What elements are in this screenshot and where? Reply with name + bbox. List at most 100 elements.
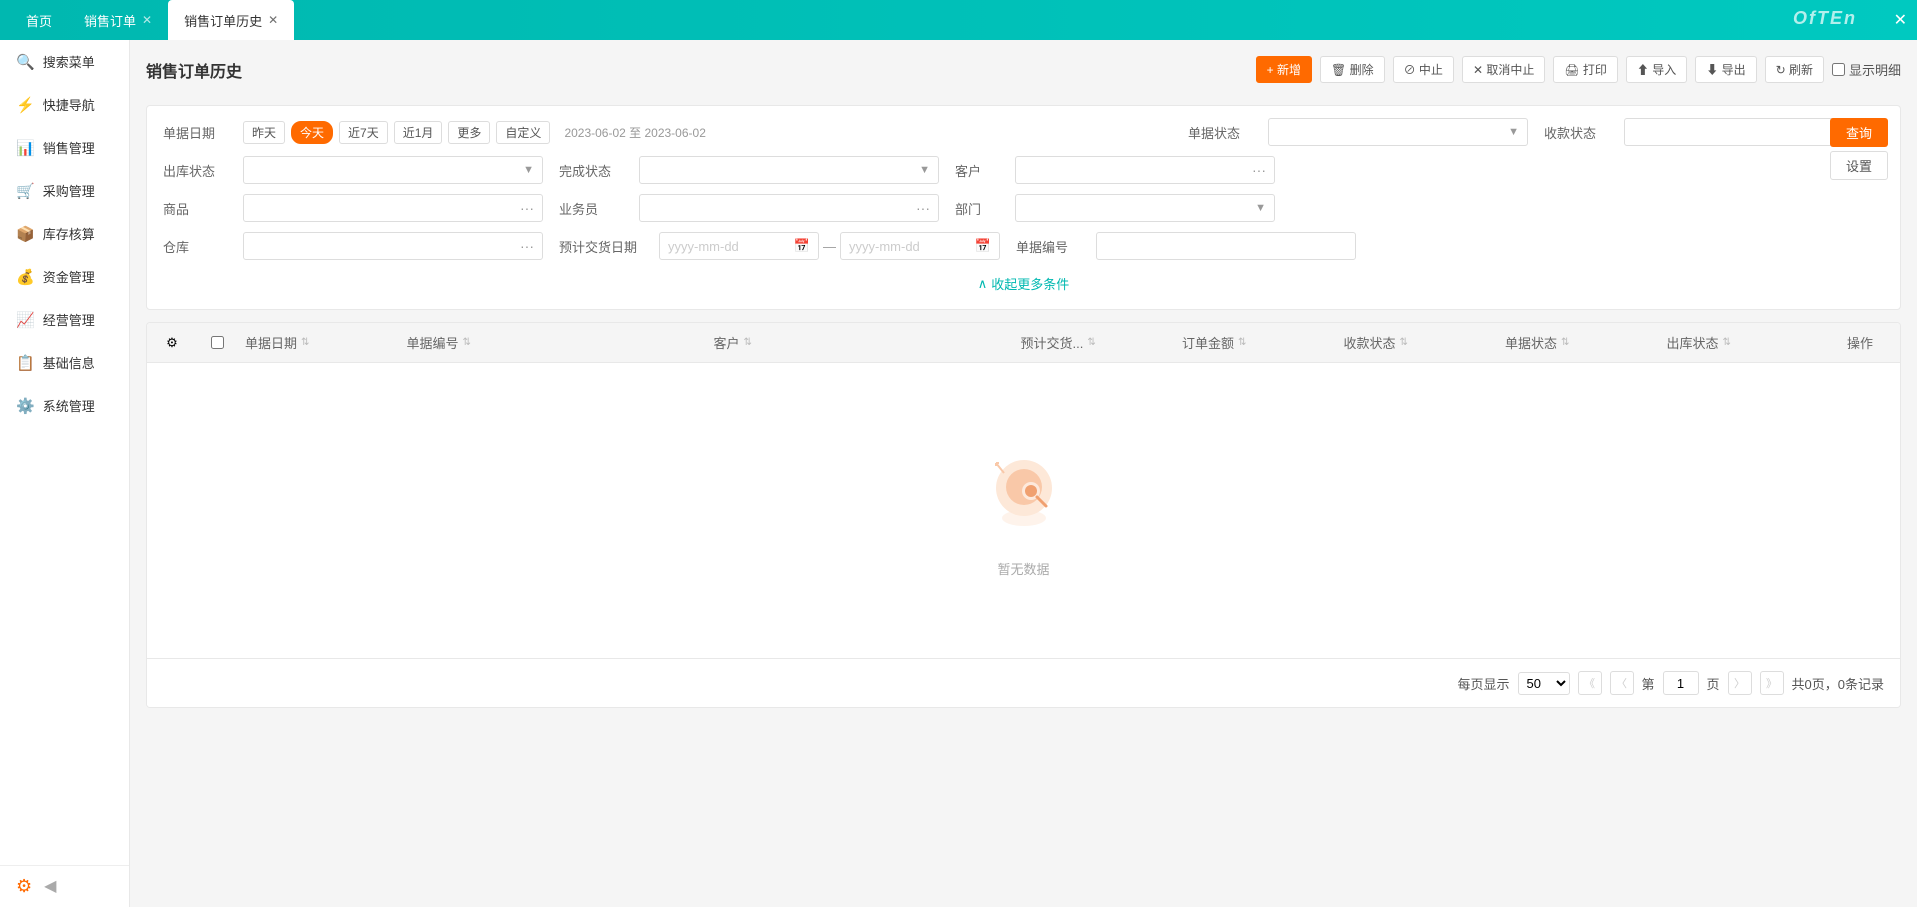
complete-status-label: 完成状态 [559, 161, 639, 180]
date-range-text: 2023-06-02 至 2023-06-02 [564, 124, 705, 141]
main-content: 销售订单历史 + 新增 🗑 删除 ⊘ 中止 ✕ 取消中止 🖨 打印 ⬆ 导入 ⬇… [130, 40, 1917, 907]
print-button[interactable]: 🖨 打印 [1553, 56, 1618, 83]
1month-btn[interactable]: 近1月 [394, 121, 443, 144]
sort-expected-date-icon: ⇅ [1087, 337, 1095, 348]
sidebar-item-finance-mgmt[interactable]: 💰 资金管理 [0, 255, 129, 298]
display-detail-checkbox[interactable]: 显示明细 [1832, 60, 1901, 79]
sidebar-item-inventory[interactable]: 📦 库存核算 [0, 212, 129, 255]
sidebar-item-system-mgmt[interactable]: ⚙️ 系统管理 [0, 384, 129, 427]
select-all-checkbox[interactable] [211, 336, 224, 349]
finance-mgmt-icon: 💰 [16, 268, 35, 286]
salesperson-input[interactable]: ··· [639, 194, 939, 222]
filter-row-4: 仓库 ··· 预计交货日期 yyyy-mm-dd 📅 — yyyy-mm-dd … [163, 232, 1884, 260]
out-status-select[interactable]: ▼ [243, 156, 543, 184]
customer-dots: ··· [1252, 162, 1266, 178]
next-page-btn[interactable]: 〉 [1728, 671, 1752, 695]
bill-no-input[interactable] [1096, 232, 1356, 260]
expected-date-label: 预计交货日期 [559, 237, 659, 256]
page-number-input[interactable] [1663, 671, 1699, 695]
sidebar-settings-icon[interactable]: ⚙ [16, 876, 32, 897]
bill-status-select[interactable]: ▼ [1268, 118, 1528, 146]
today-btn[interactable]: 今天 [291, 121, 333, 144]
expected-date-to-input[interactable]: yyyy-mm-dd 📅 [840, 232, 1000, 260]
goods-label: 商品 [163, 199, 243, 218]
th-out-status[interactable]: 出库状态 ⇅ [1659, 333, 1821, 352]
dept-select[interactable]: ▼ [1015, 194, 1275, 222]
export-button[interactable]: ⬇ 导出 [1695, 56, 1756, 83]
page-label-after: 页 [1707, 674, 1720, 693]
th-date[interactable]: 单据日期 ⇅ [237, 333, 399, 352]
payment-status-label: 收款状态 [1544, 123, 1624, 142]
goods-dots: ··· [520, 200, 534, 216]
sidebar-collapse-icon[interactable]: ◀ [44, 876, 56, 897]
custom-btn[interactable]: 自定义 [496, 121, 550, 144]
display-detail-input[interactable] [1832, 63, 1845, 76]
collapse-arrow-icon: ∧ [978, 276, 988, 292]
tab-home[interactable]: 首页 [10, 0, 68, 40]
warehouse-label: 仓库 [163, 237, 243, 256]
empty-state: 暂无数据 [147, 363, 1900, 658]
delete-button[interactable]: 🗑 删除 [1320, 56, 1385, 83]
sidebar-item-operation-mgmt[interactable]: 📈 经营管理 [0, 298, 129, 341]
warehouse-input[interactable]: ··· [243, 232, 543, 260]
toolbar: + 新增 🗑 删除 ⊘ 中止 ✕ 取消中止 🖨 打印 ⬆ 导入 ⬇ 导出 ↻ 刷… [1256, 56, 1901, 83]
sales-mgmt-icon: 📊 [16, 139, 35, 157]
expected-date-from-input[interactable]: yyyy-mm-dd 📅 [659, 232, 819, 260]
sidebar-item-purchase-mgmt[interactable]: 🛒 采购管理 [0, 169, 129, 212]
purchase-mgmt-icon: 🛒 [16, 182, 35, 200]
th-amount[interactable]: 订单金额 ⇅ [1174, 333, 1336, 352]
tab-sales-order-close[interactable]: ✕ [142, 13, 152, 27]
table-settings-btn[interactable]: ⚙ [147, 335, 197, 351]
search-menu-icon: 🔍 [16, 53, 35, 71]
sort-payment-status-icon: ⇅ [1400, 337, 1408, 348]
table-select-all[interactable] [197, 336, 237, 349]
sort-date-icon: ⇅ [301, 337, 309, 348]
goods-input[interactable]: ··· [243, 194, 543, 222]
filter-settings-button[interactable]: 设置 [1830, 151, 1888, 180]
table-container: ⚙ 单据日期 ⇅ 单据编号 ⇅ 客户 ⇅ 预计交货... [146, 322, 1901, 708]
collapse-btn[interactable]: ∧ 收起更多条件 [163, 270, 1884, 297]
stop-button[interactable]: ⊘ 中止 [1393, 56, 1454, 83]
prev-page-btn[interactable]: 〈 [1610, 671, 1634, 695]
customer-input[interactable]: ··· [1015, 156, 1275, 184]
total-text: 共0页，0条记录 [1792, 674, 1884, 693]
more-btn[interactable]: 更多 [448, 121, 490, 144]
7days-btn[interactable]: 近7天 [339, 121, 388, 144]
sort-bill-status-icon: ⇅ [1561, 337, 1569, 348]
out-status-chevron: ▼ [523, 164, 534, 176]
query-button[interactable]: 查询 [1830, 118, 1888, 147]
th-bill-no[interactable]: 单据编号 ⇅ [399, 333, 706, 352]
filter-row-3: 商品 ··· 业务员 ··· 部门 ▼ [163, 194, 1884, 222]
import-button[interactable]: ⬆ 导入 [1626, 56, 1687, 83]
tab-sales-order-history-close[interactable]: ✕ [268, 13, 278, 27]
last-page-btn[interactable]: 》 [1760, 671, 1784, 695]
calendar-from-icon[interactable]: 📅 [794, 238, 810, 254]
sidebar-bottom: ⚙ ◀ [0, 865, 129, 907]
first-page-btn[interactable]: 《 [1578, 671, 1602, 695]
inventory-icon: 📦 [16, 225, 35, 243]
sidebar-item-search-menu[interactable]: 🔍 搜索菜单 [0, 40, 129, 83]
tab-sales-order-history[interactable]: 销售订单历史 ✕ [168, 0, 294, 40]
th-payment-status[interactable]: 收款状态 ⇅ [1336, 333, 1498, 352]
refresh-button[interactable]: ↻ 刷新 [1765, 56, 1824, 83]
yesterday-btn[interactable]: 昨天 [243, 121, 285, 144]
page-size-select[interactable]: 50 10 20 100 [1518, 672, 1570, 695]
empty-illustration [974, 443, 1074, 543]
window-close-btn[interactable]: ✕ [1894, 10, 1907, 30]
new-button[interactable]: + 新增 [1256, 56, 1312, 83]
empty-text: 暂无数据 [997, 559, 1049, 578]
complete-status-chevron: ▼ [919, 164, 930, 176]
th-customer[interactable]: 客户 ⇅ [706, 333, 1013, 352]
cancel-stop-button[interactable]: ✕ 取消中止 [1462, 56, 1545, 83]
sidebar-item-quick-nav[interactable]: ⚡ 快捷导航 [0, 83, 129, 126]
sidebar-item-basic-info[interactable]: 📋 基础信息 [0, 341, 129, 384]
tab-sales-order[interactable]: 销售订单 ✕ [68, 0, 168, 40]
th-bill-status[interactable]: 单据状态 ⇅ [1497, 333, 1659, 352]
sidebar-item-sales-mgmt[interactable]: 📊 销售管理 [0, 126, 129, 169]
table-header: ⚙ 单据日期 ⇅ 单据编号 ⇅ 客户 ⇅ 预计交货... [147, 323, 1900, 363]
bill-status-label: 单据状态 [1188, 123, 1268, 142]
calendar-to-icon[interactable]: 📅 [975, 238, 991, 254]
date-label: 单据日期 [163, 123, 243, 142]
complete-status-select[interactable]: ▼ [639, 156, 939, 184]
th-expected-date[interactable]: 预计交货... ⇅ [1013, 333, 1175, 352]
